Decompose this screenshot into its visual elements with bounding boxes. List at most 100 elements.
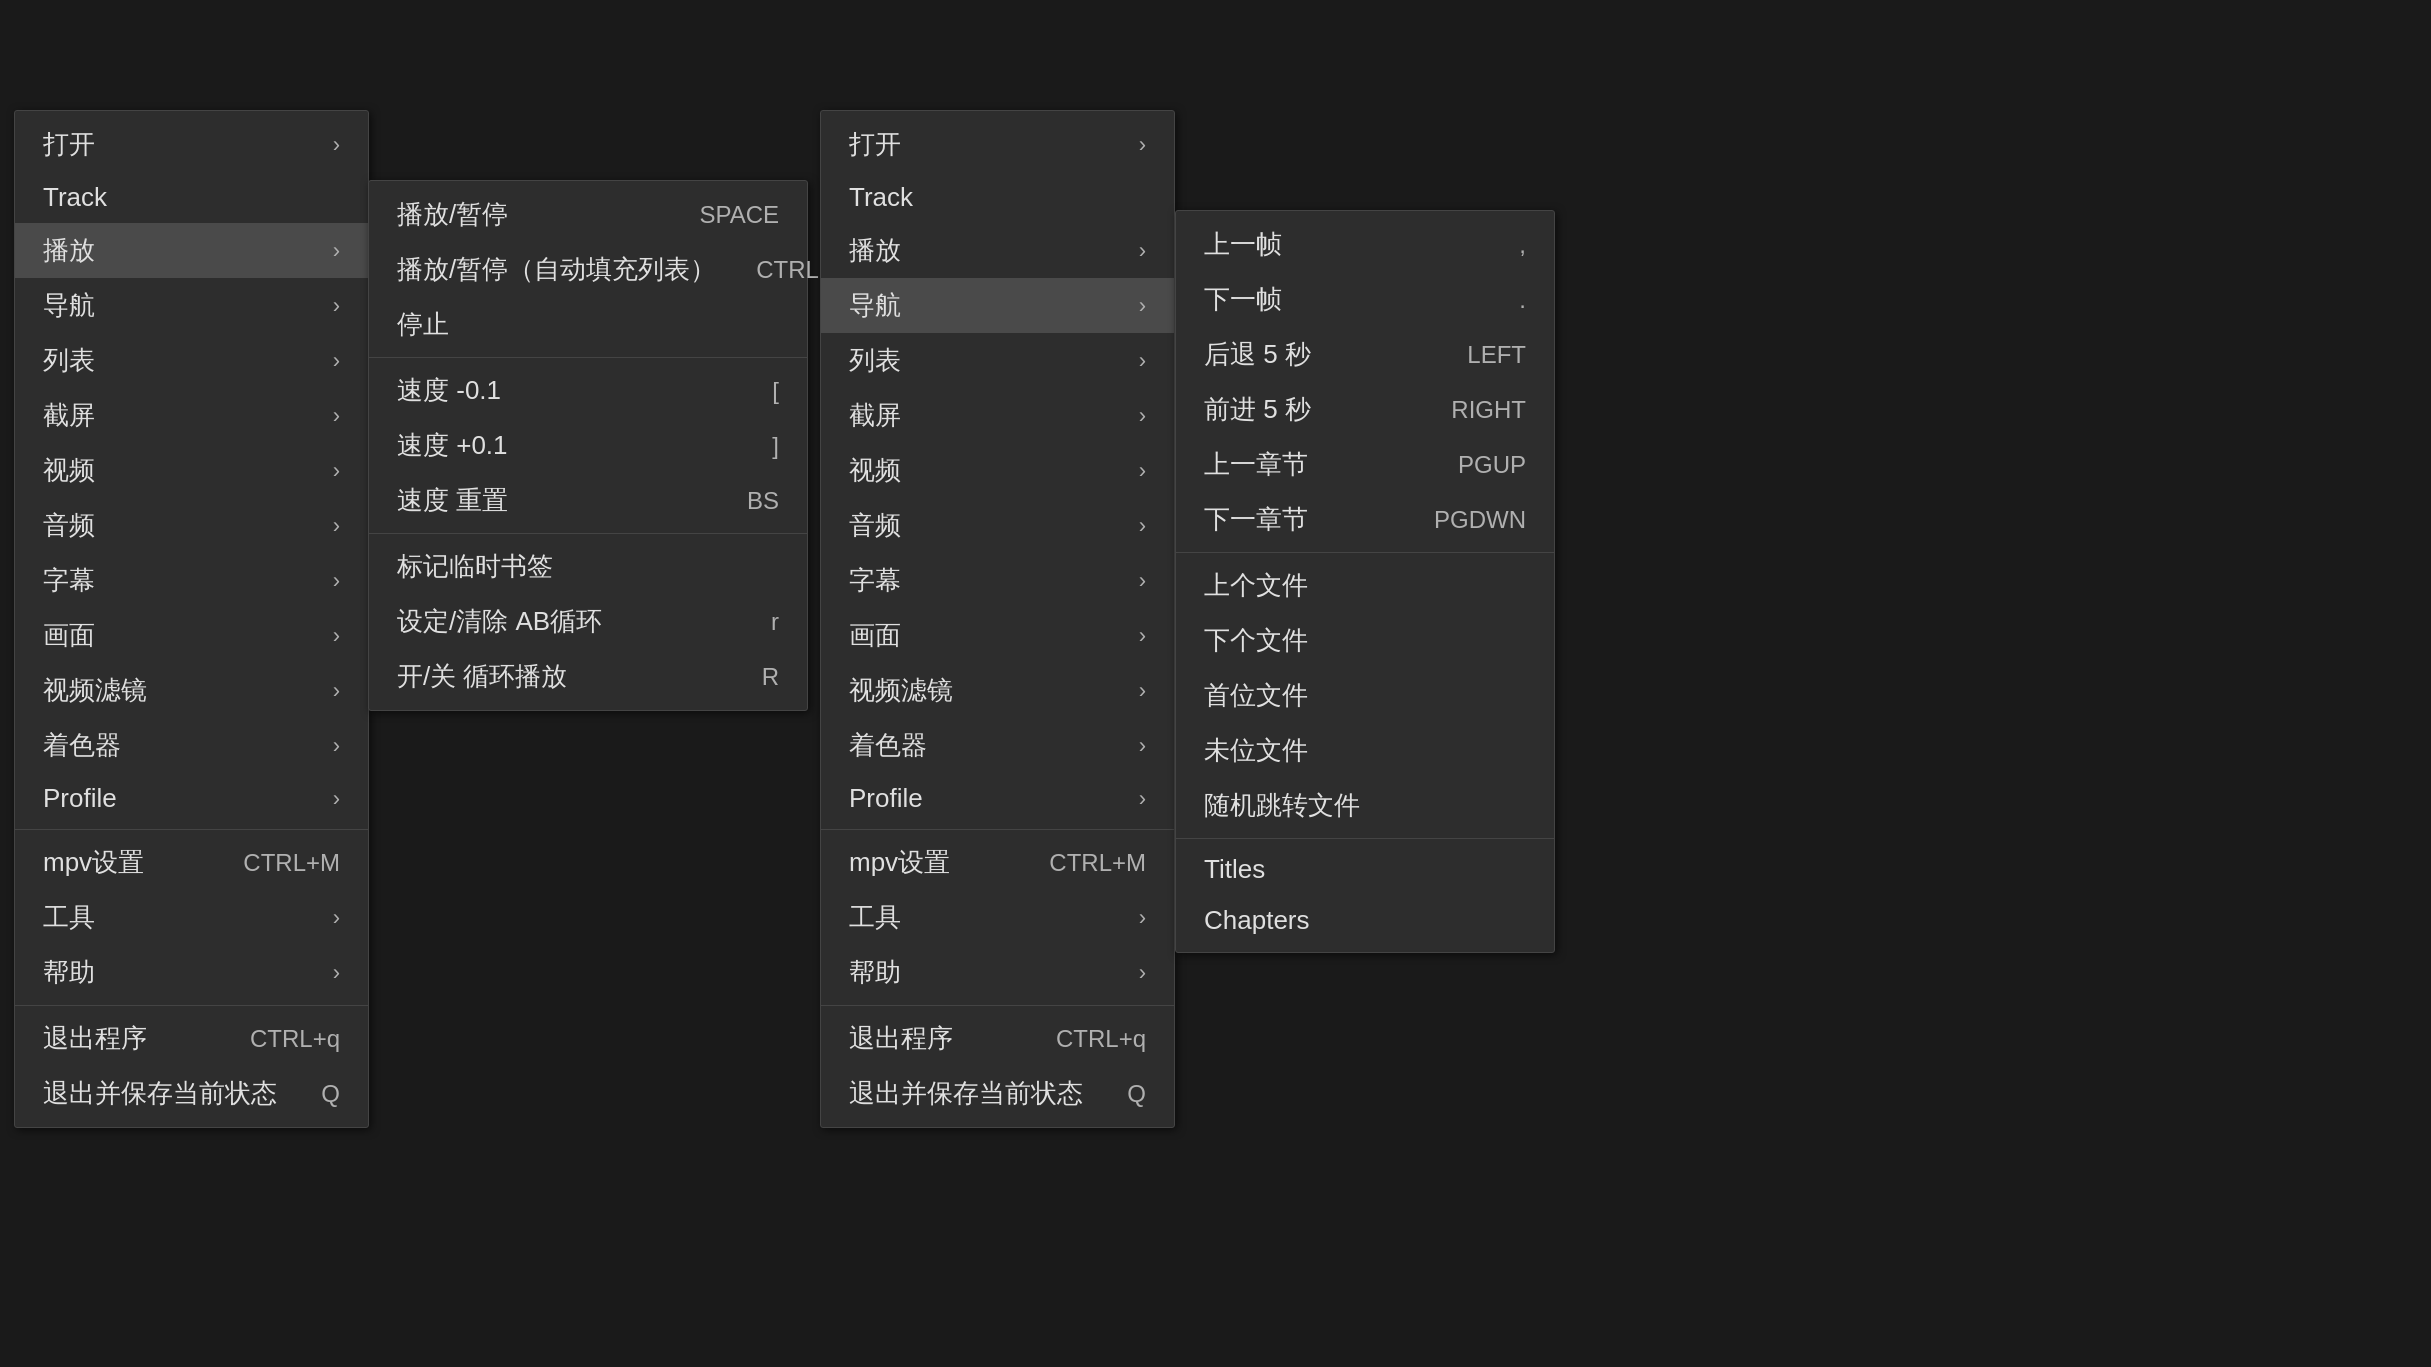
menu-item-label: 打开 [849, 127, 1123, 162]
menu-item-random-file[interactable]: 随机跳转文件 [1176, 778, 1554, 833]
play-submenu: 播放/暂停SPACE播放/暂停（自动填充列表）CTRL+SPACE停止速度 -0… [368, 180, 808, 711]
menu-item-bookmark[interactable]: 标记临时书签 [369, 539, 807, 594]
menu-item-label: 视频 [849, 453, 1123, 488]
menu-item-r-profile[interactable]: Profile › [821, 773, 1174, 824]
menu-item-label: 下个文件 [1204, 623, 1526, 658]
menu-item-r-quit[interactable]: 退出程序CTRL+q [821, 1011, 1174, 1066]
submenu-arrow-icon: › [1139, 403, 1146, 429]
menu-item-track[interactable]: Track [15, 172, 368, 223]
menu-item-nav[interactable]: 导航› [15, 278, 368, 333]
submenu-arrow-icon: › [333, 623, 340, 649]
submenu-arrow-icon: › [1139, 960, 1146, 986]
menu-item-mpvsetting[interactable]: mpv设置 CTRL+M [15, 835, 368, 890]
submenu-arrow-icon: › [333, 132, 340, 158]
menu-item-label: Titles [1204, 854, 1526, 885]
menu-item-open[interactable]: 打开 › [15, 117, 368, 172]
menu-item-label: 帮助 [43, 955, 317, 990]
menu-item-r-play[interactable]: 播放› [821, 223, 1174, 278]
menu-item-r-mpvsetting[interactable]: mpv设置CTRL+M [821, 835, 1174, 890]
right-context-menu: 打开›Track播放›导航›列表›截屏›视频›音频›字幕›画面›视频滤镜›着色器… [820, 110, 1175, 1128]
menu-item-label: 退出程序 [43, 1021, 210, 1056]
menu-item-label: 下一帧 [1204, 282, 1479, 317]
menu-item-back-5s[interactable]: 后退 5 秒LEFT [1176, 327, 1554, 382]
menu-divider [15, 829, 368, 830]
menu-item-chapters[interactable]: Chapters [1176, 895, 1554, 946]
menu-item-titles[interactable]: Titles [1176, 844, 1554, 895]
menu-item-list[interactable]: 列表› [15, 333, 368, 388]
menu-item-picture[interactable]: 画面› [15, 608, 368, 663]
menu-item-label: Profile [849, 783, 1123, 814]
menu-item-speed-up[interactable]: 速度 +0.1] [369, 418, 807, 473]
menu-item-r-subtitle[interactable]: 字幕› [821, 553, 1174, 608]
menu-item-label: 视频 [43, 453, 317, 488]
menu-item-label: 退出并保存当前状态 [43, 1076, 281, 1111]
menu-item-quit-save[interactable]: 退出并保存当前状态Q [15, 1066, 368, 1121]
menu-item-r-screenshot[interactable]: 截屏› [821, 388, 1174, 443]
menu-item-ab-loop[interactable]: 设定/清除 AB循环r [369, 594, 807, 649]
menu-divider [1176, 838, 1554, 839]
menu-item-subtitle[interactable]: 字幕› [15, 553, 368, 608]
menu-item-screenshot[interactable]: 截屏› [15, 388, 368, 443]
menu-item-label: 设定/清除 AB循环 [397, 604, 731, 639]
menu-item-label: mpv设置 [43, 845, 203, 880]
menu-item-vfilter[interactable]: 视频滤镜› [15, 663, 368, 718]
menu-item-label: 退出并保存当前状态 [849, 1076, 1087, 1111]
menu-item-stop[interactable]: 停止 [369, 297, 807, 352]
menu-item-shortcut: , [1519, 231, 1526, 259]
menu-item-r-list[interactable]: 列表› [821, 333, 1174, 388]
menu-item-prev-frame[interactable]: 上一帧, [1176, 217, 1554, 272]
submenu-arrow-icon: › [333, 458, 340, 484]
menu-item-prev-file[interactable]: 上个文件 [1176, 558, 1554, 613]
menu-item-r-nav[interactable]: 导航› [821, 278, 1174, 333]
menu-item-label: 随机跳转文件 [1204, 788, 1526, 823]
submenu-arrow-icon: › [333, 678, 340, 704]
menu-item-play-pause-auto[interactable]: 播放/暂停（自动填充列表）CTRL+SPACE [369, 242, 807, 297]
menu-item-profile[interactable]: Profile› [15, 773, 368, 824]
submenu-arrow-icon: › [1139, 733, 1146, 759]
menu-item-audio[interactable]: 音频› [15, 498, 368, 553]
menu-item-first-file[interactable]: 首位文件 [1176, 668, 1554, 723]
menu-item-next-frame[interactable]: 下一帧. [1176, 272, 1554, 327]
menu-item-shortcut: CTRL+M [243, 849, 340, 877]
menu-item-r-track[interactable]: Track [821, 172, 1174, 223]
menu-item-video[interactable]: 视频 › [15, 443, 368, 498]
menu-item-loop[interactable]: 开/关 循环播放 R [369, 649, 807, 704]
menu-item-shortcut: R [762, 663, 779, 691]
menu-item-label: 前进 5 秒 [1204, 392, 1411, 427]
menu-item-help[interactable]: 帮助› [15, 945, 368, 1000]
menu-item-r-vfilter[interactable]: 视频滤镜 › [821, 663, 1174, 718]
menu-item-shortcut: SPACE [699, 201, 779, 229]
menu-item-tools[interactable]: 工具› [15, 890, 368, 945]
menu-item-play[interactable]: 播放› [15, 223, 368, 278]
menu-item-r-tools[interactable]: 工具› [821, 890, 1174, 945]
menu-item-r-open[interactable]: 打开› [821, 117, 1174, 172]
submenu-arrow-icon: › [333, 786, 340, 812]
menu-item-label: 视频滤镜 [849, 673, 1123, 708]
menu-item-r-quit-save[interactable]: 退出并保存当前状态Q [821, 1066, 1174, 1121]
menu-item-label: 打开 [43, 127, 317, 162]
menu-item-shader[interactable]: 着色器› [15, 718, 368, 773]
menu-item-r-audio[interactable]: 音频› [821, 498, 1174, 553]
menu-item-label: 上一帧 [1204, 227, 1479, 262]
submenu-arrow-icon: › [1139, 786, 1146, 812]
menu-item-quit[interactable]: 退出程序 CTRL+q [15, 1011, 368, 1066]
menu-item-label: 导航 [43, 288, 317, 323]
menu-item-label: 下一章节 [1204, 502, 1394, 537]
menu-item-shortcut: CTRL+q [250, 1025, 340, 1053]
menu-item-speed-reset[interactable]: 速度 重置BS [369, 473, 807, 528]
menu-item-next-chapter[interactable]: 下一章节PGDWN [1176, 492, 1554, 547]
menu-item-next-file[interactable]: 下个文件 [1176, 613, 1554, 668]
menu-item-r-video[interactable]: 视频› [821, 443, 1174, 498]
menu-item-prev-chapter[interactable]: 上一章节PGUP [1176, 437, 1554, 492]
menu-item-r-help[interactable]: 帮助› [821, 945, 1174, 1000]
submenu-arrow-icon: › [333, 403, 340, 429]
menu-item-r-shader[interactable]: 着色器› [821, 718, 1174, 773]
submenu-arrow-icon: › [1139, 678, 1146, 704]
submenu-arrow-icon: › [333, 238, 340, 264]
menu-item-last-file[interactable]: 未位文件 [1176, 723, 1554, 778]
menu-item-label: 开/关 循环播放 [397, 659, 722, 694]
menu-item-speed-down[interactable]: 速度 -0.1[ [369, 363, 807, 418]
menu-item-fwd-5s[interactable]: 前进 5 秒RIGHT [1176, 382, 1554, 437]
menu-item-play-pause[interactable]: 播放/暂停SPACE [369, 187, 807, 242]
menu-item-r-picture[interactable]: 画面› [821, 608, 1174, 663]
